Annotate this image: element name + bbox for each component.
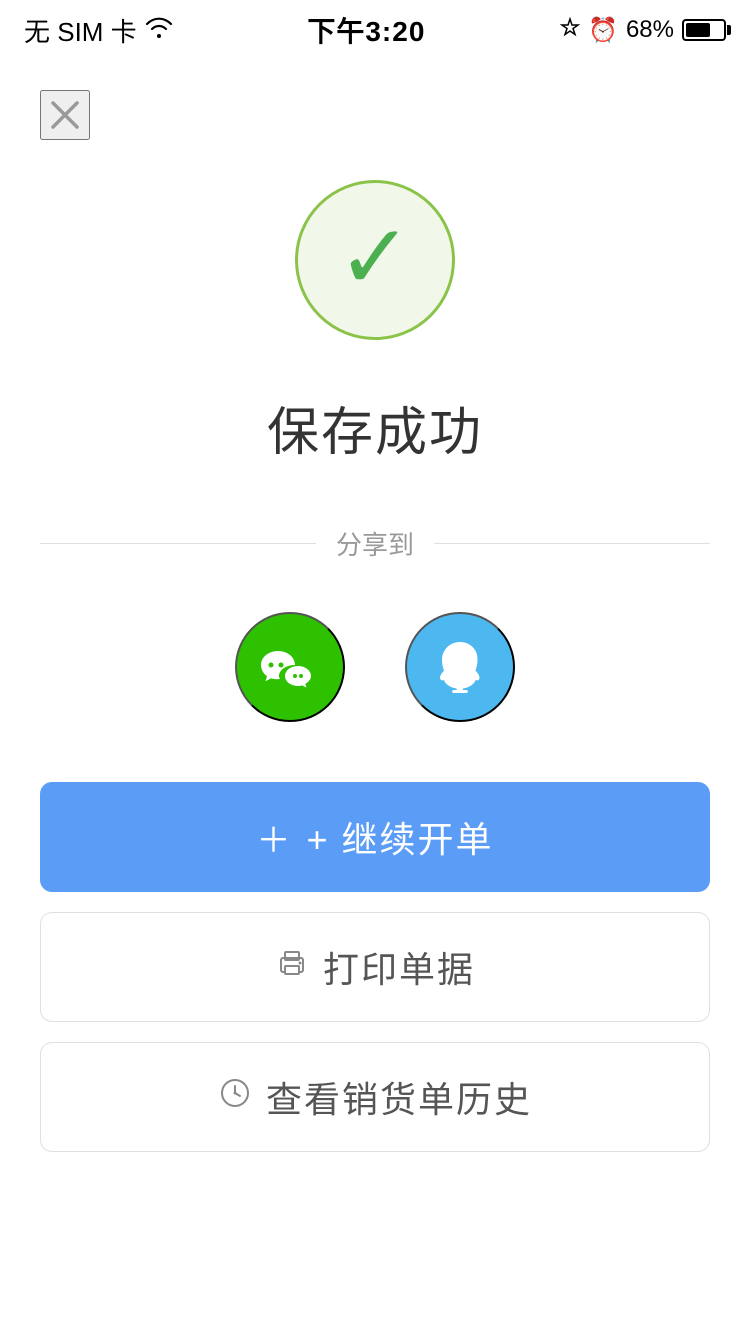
share-divider: 分享到 <box>40 525 710 562</box>
continue-order-label: + 继续开单 <box>306 811 493 863</box>
close-button[interactable] <box>40 90 90 140</box>
main-content: ✓ 保存成功 分享到 <box>0 60 750 1182</box>
print-button[interactable]: 打印单据 <box>40 912 710 1022</box>
print-label: 打印单据 <box>323 941 475 993</box>
history-button[interactable]: 查看销货单历史 <box>40 1042 710 1152</box>
buttons-section: ＋ + 继续开单 打印单据 <box>40 782 710 1152</box>
close-icon <box>47 97 83 133</box>
status-bar: 无 SIM 卡 下午3:20 ⏰ 68% <box>0 0 750 60</box>
alarm-icon: ⏰ <box>588 16 618 45</box>
history-icon <box>218 1076 252 1119</box>
battery-percent: 68% <box>626 16 674 44</box>
plus-icon: ＋ <box>256 813 292 862</box>
status-right: ⏰ 68% <box>560 16 726 45</box>
share-icons <box>40 612 710 722</box>
share-section: 分享到 <box>40 525 710 722</box>
status-time: 下午3:20 <box>307 10 425 50</box>
wifi-icon <box>145 16 173 45</box>
qq-share-button[interactable] <box>405 612 515 722</box>
print-icon <box>275 946 309 989</box>
success-title: 保存成功 <box>267 390 483 465</box>
continue-order-button[interactable]: ＋ + 继续开单 <box>40 782 710 892</box>
checkmark-icon: ✓ <box>337 213 412 303</box>
wechat-icon <box>257 639 323 695</box>
location-icon <box>560 16 580 44</box>
status-left: 无 SIM 卡 <box>24 12 173 49</box>
share-label: 分享到 <box>336 525 414 562</box>
success-circle: ✓ <box>295 180 455 340</box>
battery-icon <box>682 19 726 41</box>
history-label: 查看销货单历史 <box>266 1071 532 1123</box>
sim-text: 无 SIM 卡 <box>24 12 137 49</box>
wechat-share-button[interactable] <box>235 612 345 722</box>
qq-icon <box>427 634 493 700</box>
